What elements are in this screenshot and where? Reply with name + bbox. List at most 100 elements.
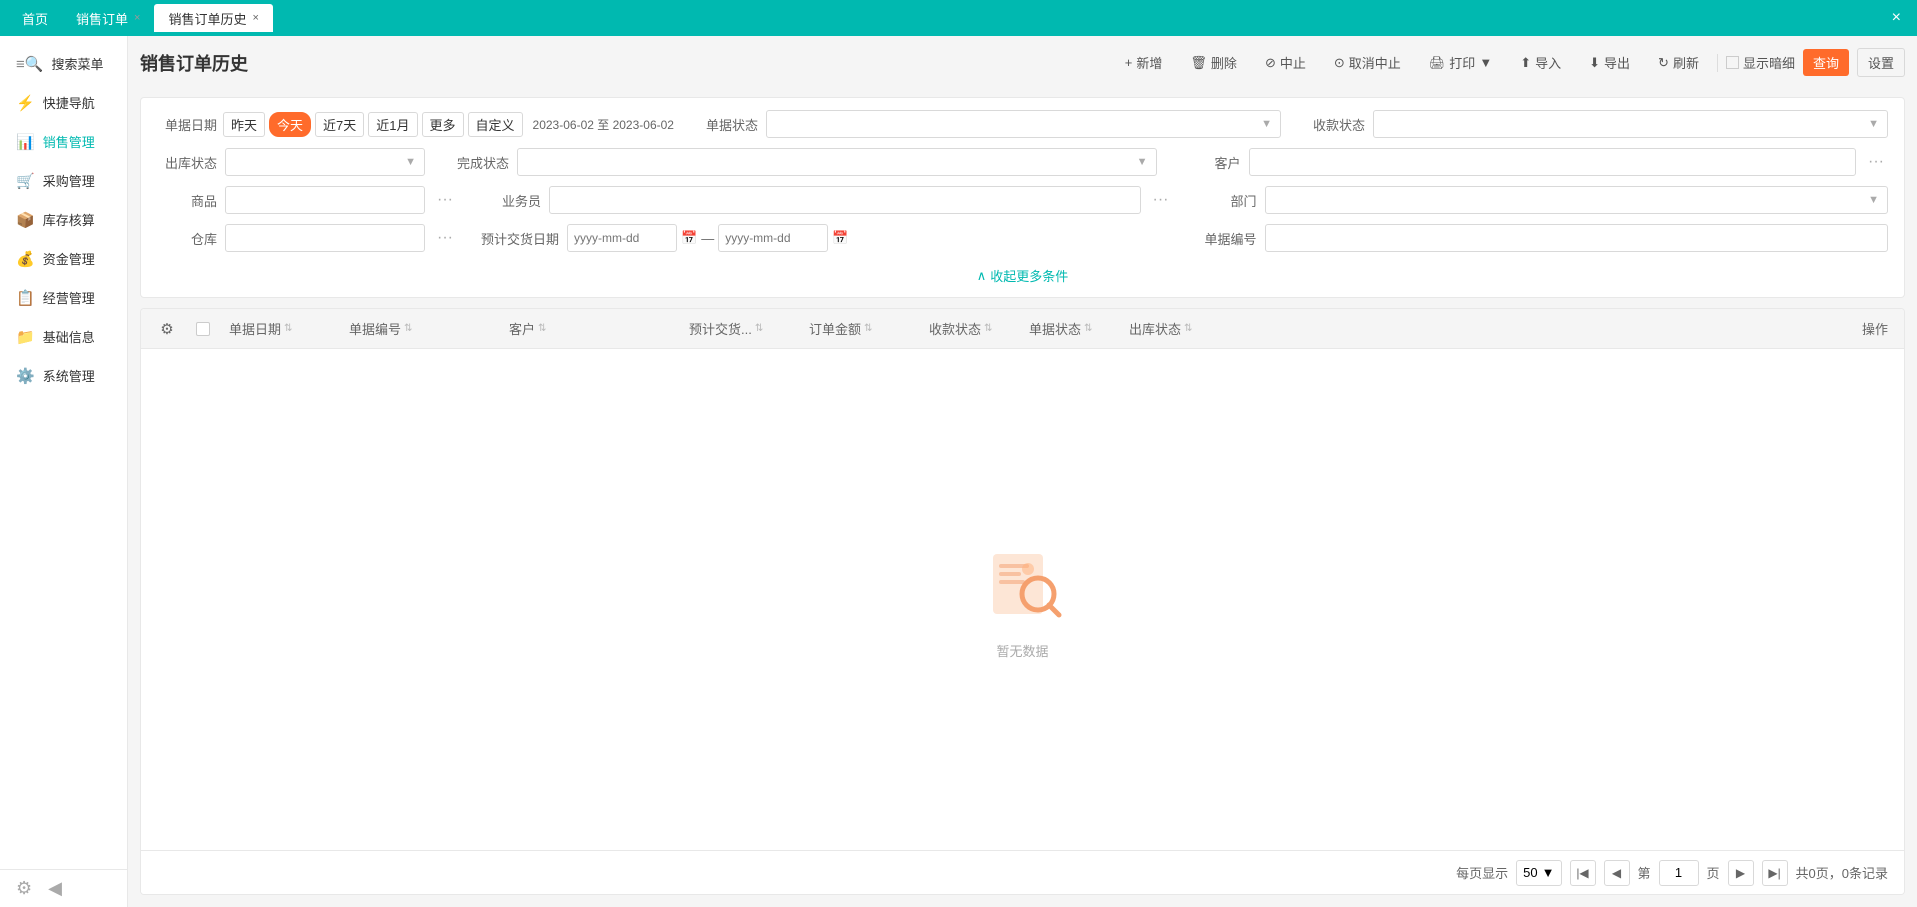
- first-page-button[interactable]: |◀: [1570, 860, 1596, 886]
- page-size-arrow-icon: ▼: [1542, 865, 1555, 880]
- page-size-label: 每页显示: [1456, 863, 1508, 882]
- display-cols-toggle[interactable]: 显示暗细: [1726, 53, 1795, 72]
- sort-date-icon: ⇅: [284, 323, 292, 334]
- page-size-select[interactable]: 50 ▼: [1516, 860, 1561, 886]
- window-close-button[interactable]: ×: [1884, 9, 1909, 27]
- sidebar-item-inventory-check[interactable]: 📦 库存核算: [0, 200, 127, 239]
- settings-button[interactable]: 设置: [1857, 48, 1905, 77]
- add-button[interactable]: + 新增: [1115, 49, 1173, 76]
- bill-number-input[interactable]: [1265, 224, 1889, 252]
- th-action: 操作: [1221, 319, 1896, 338]
- page-label-prefix: 第: [1638, 863, 1651, 882]
- bill-status-select[interactable]: ▼: [766, 110, 1281, 138]
- page-number-input[interactable]: [1659, 860, 1699, 886]
- sidebar-item-purchase-mgmt[interactable]: 🛒 采购管理: [0, 161, 127, 200]
- delivery-date-to-cal-icon[interactable]: 📅: [832, 230, 848, 246]
- goods-ellipsis-btn[interactable]: ···: [433, 191, 457, 209]
- th-date[interactable]: 单据日期 ⇅: [221, 319, 341, 338]
- export-icon: ⬇: [1589, 55, 1600, 71]
- delivery-date-label: 预计交货日期: [481, 229, 559, 248]
- top-bar: 首页 销售订单 × 销售订单历史 × ×: [0, 0, 1917, 36]
- warehouse-ellipsis-btn[interactable]: ···: [433, 229, 457, 247]
- export-button[interactable]: ⬇ 导出: [1579, 49, 1640, 76]
- department-select[interactable]: ▼: [1265, 186, 1889, 214]
- th-number[interactable]: 单据编号 ⇅: [341, 319, 501, 338]
- bill-status-label: 单据状态: [698, 115, 758, 134]
- sort-customer-icon: ⇅: [538, 323, 546, 334]
- delivery-date-from-cal-icon[interactable]: 📅: [681, 230, 697, 246]
- next-page-button[interactable]: ▶: [1728, 860, 1754, 886]
- bill-status-arrow-icon: ▼: [1261, 118, 1272, 130]
- date-custom-btn[interactable]: 自定义: [468, 112, 523, 137]
- close-tab-sales-order[interactable]: ×: [134, 12, 140, 24]
- bill-number-label: 单据编号: [1197, 229, 1257, 248]
- display-cols-checkbox[interactable]: [1726, 56, 1739, 69]
- filter-row-3: 商品 ··· 业务员 ··· 部门 ▼: [157, 186, 1888, 214]
- tab-sales-order[interactable]: 销售订单 ×: [62, 4, 154, 32]
- filter-panel: 单据日期 昨天 今天 近7天 近1月: [140, 97, 1905, 298]
- complete-status-select[interactable]: ▼: [517, 148, 1157, 176]
- sort-delivery-icon: ⇅: [755, 323, 763, 334]
- salesperson-input[interactable]: [549, 186, 1141, 214]
- th-customer[interactable]: 客户 ⇅: [501, 319, 681, 338]
- col-check-all[interactable]: [185, 322, 221, 336]
- date-more-btn[interactable]: 更多: [422, 112, 464, 137]
- th-bill-status[interactable]: 单据状态 ⇅: [1021, 319, 1121, 338]
- sort-amount-icon: ⇅: [864, 323, 872, 334]
- sidebar-item-quick-nav[interactable]: ⚡ 快捷导航: [0, 83, 127, 122]
- customer-input[interactable]: [1249, 148, 1857, 176]
- date-yesterday-btn[interactable]: 昨天: [223, 112, 265, 137]
- query-button[interactable]: 查询: [1803, 49, 1849, 76]
- cancel-stop-button[interactable]: ⊙ 取消中止: [1324, 49, 1411, 76]
- tab-home[interactable]: 首页: [8, 4, 62, 32]
- delete-button[interactable]: 🗑 删除: [1180, 49, 1247, 76]
- table-container: ⚙ 单据日期 ⇅ 单据编号 ⇅ 客户 ⇅ 预计交货...: [140, 308, 1905, 895]
- collapse-up-icon: ∧: [977, 268, 987, 284]
- column-settings-icon[interactable]: ⚙: [160, 320, 173, 338]
- salesperson-ellipsis-btn[interactable]: ···: [1149, 191, 1173, 209]
- operations-mgmt-icon: 📋: [16, 289, 35, 307]
- inventory-check-icon: 📦: [16, 211, 35, 229]
- tab-sales-order-history[interactable]: 销售订单历史 ×: [154, 4, 272, 32]
- date-today-btn[interactable]: 今天: [269, 112, 311, 137]
- col-settings[interactable]: ⚙: [149, 320, 185, 338]
- sidebar-bottom: ⚙ ◀: [0, 869, 127, 907]
- sidebar-item-search-menu[interactable]: ≡🔍 搜索菜单: [0, 44, 127, 83]
- salesperson-label: 业务员: [481, 191, 541, 210]
- payment-status-select[interactable]: ▼: [1373, 110, 1888, 138]
- warehouse-label: 仓库: [157, 229, 217, 248]
- date-1month-btn[interactable]: 近1月: [368, 112, 417, 137]
- collapse-more-conditions[interactable]: ∧ 收起更多条件: [157, 262, 1888, 285]
- sidebar-item-operations-mgmt[interactable]: 📋 经营管理: [0, 278, 127, 317]
- th-delivery[interactable]: 预计交货... ⇅: [681, 319, 801, 338]
- goods-input[interactable]: [225, 186, 425, 214]
- warehouse-status-select[interactable]: ▼: [225, 148, 425, 176]
- print-button[interactable]: 🖨 打印 ▼: [1419, 49, 1502, 76]
- close-tab-sales-order-history[interactable]: ×: [252, 12, 258, 24]
- sidebar-collapse-icon[interactable]: ◀: [48, 878, 62, 899]
- date-range-display: 2023-06-02 至 2023-06-02: [533, 116, 674, 133]
- date-7days-btn[interactable]: 近7天: [315, 112, 364, 137]
- customer-ellipsis-btn[interactable]: ···: [1864, 153, 1888, 171]
- sidebar-item-sales-mgmt[interactable]: 📊 销售管理: [0, 122, 127, 161]
- sidebar-item-finance-mgmt[interactable]: 💰 资金管理: [0, 239, 127, 278]
- last-page-button[interactable]: ▶|: [1762, 860, 1788, 886]
- sidebar-settings-icon[interactable]: ⚙: [16, 878, 32, 899]
- th-warehouse-status[interactable]: 出库状态 ⇅: [1121, 319, 1221, 338]
- check-all-checkbox[interactable]: [196, 322, 210, 336]
- sidebar: ≡🔍 搜索菜单 ⚡ 快捷导航 📊 销售管理 🛒 采购管理 📦 库存核算 💰 资金…: [0, 36, 128, 907]
- department-label: 部门: [1197, 191, 1257, 210]
- warehouse-input[interactable]: [225, 224, 425, 252]
- delivery-date-from[interactable]: [567, 224, 677, 252]
- prev-page-button[interactable]: ◀: [1604, 860, 1630, 886]
- refresh-button[interactable]: ↻ 刷新: [1648, 49, 1709, 76]
- sidebar-item-basic-info[interactable]: 📁 基础信息: [0, 317, 127, 356]
- th-amount[interactable]: 订单金额 ⇅: [801, 319, 921, 338]
- page-total: 共0页，0条记录: [1796, 863, 1888, 882]
- sidebar-item-system-mgmt[interactable]: ⚙️ 系统管理: [0, 356, 127, 395]
- stop-button[interactable]: ⊘ 中止: [1255, 49, 1316, 76]
- import-button[interactable]: ⬆ 导入: [1510, 49, 1571, 76]
- delivery-date-to[interactable]: [718, 224, 828, 252]
- th-payment[interactable]: 收款状态 ⇅: [921, 319, 1021, 338]
- delete-icon: 🗑: [1190, 55, 1207, 71]
